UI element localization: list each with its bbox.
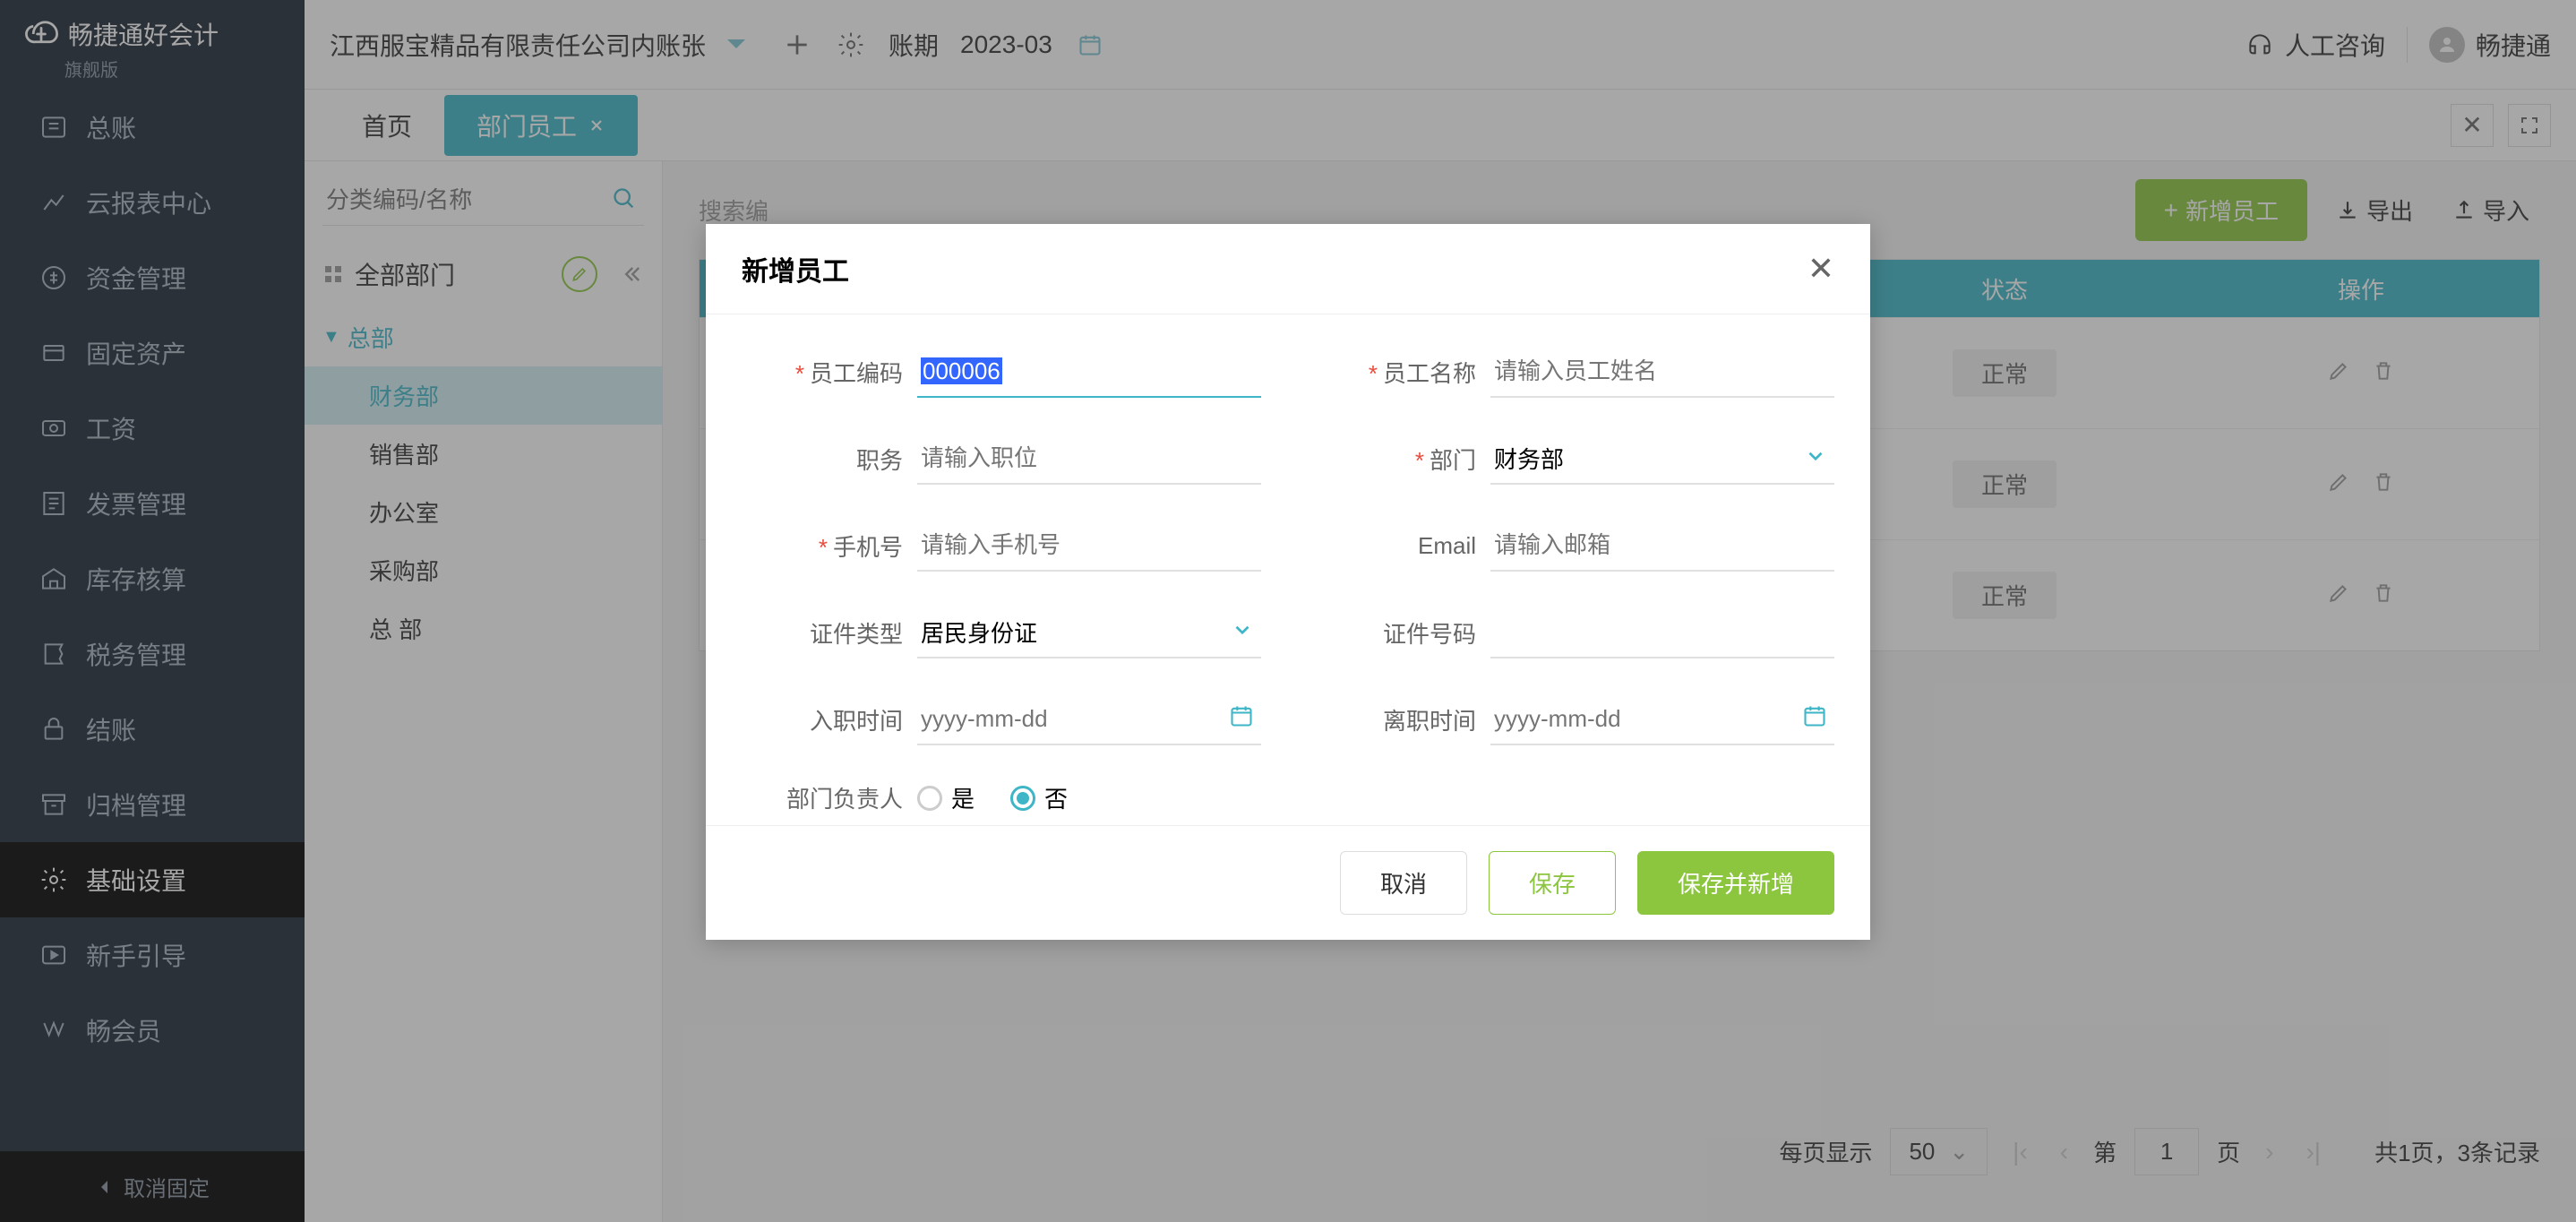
calendar-icon[interactable] xyxy=(1229,703,1254,728)
radio-label: 否 xyxy=(1044,781,1068,814)
field-label: 入职时间 xyxy=(810,708,903,735)
new-employee-modal: 新增员工 ✕ *员工编码 000006 *员工名称 职务 *部门 xyxy=(706,224,1870,940)
employee-code-input[interactable]: 000006 xyxy=(917,347,1261,398)
save-and-new-button[interactable]: 保存并新增 xyxy=(1637,851,1834,915)
field-label: 证件类型 xyxy=(810,621,903,648)
save-button[interactable]: 保存 xyxy=(1489,851,1616,915)
field-label: 证件号码 xyxy=(1383,621,1476,648)
leave-date-input[interactable] xyxy=(1490,694,1834,745)
field-department: *部门 xyxy=(1315,434,1834,485)
manager-no-radio[interactable]: 否 xyxy=(1010,781,1068,814)
cancel-button[interactable]: 取消 xyxy=(1340,851,1467,915)
modal-title: 新增员工 xyxy=(742,249,849,288)
btn-label: 取消 xyxy=(1380,871,1427,898)
hire-date-input[interactable] xyxy=(917,694,1261,745)
field-label: Email xyxy=(1418,532,1476,559)
calendar-icon[interactable] xyxy=(1802,703,1827,728)
email-input[interactable] xyxy=(1490,521,1834,572)
id-number-input[interactable] xyxy=(1490,607,1834,658)
field-mobile: *手机号 xyxy=(742,521,1261,572)
field-id-type: 证件类型 xyxy=(742,607,1261,658)
id-type-select[interactable] xyxy=(917,607,1261,658)
field-label: 部门 xyxy=(1430,447,1476,474)
mobile-input[interactable] xyxy=(917,521,1261,572)
modal-body: *员工编码 000006 *员工名称 职务 *部门 *手机号 xyxy=(706,314,1870,825)
field-label: 员工名称 xyxy=(1383,360,1476,387)
field-email: Email xyxy=(1315,521,1834,572)
field-label: 员工编码 xyxy=(810,360,903,387)
field-employee-code: *员工编码 000006 xyxy=(742,347,1261,398)
radio-label: 是 xyxy=(951,781,975,814)
field-label: 职务 xyxy=(856,447,903,474)
field-label: 部门负责人 xyxy=(786,786,903,813)
field-employee-name: *员工名称 xyxy=(1315,347,1834,398)
modal-footer: 取消 保存 保存并新增 xyxy=(706,825,1870,940)
field-position: 职务 xyxy=(742,434,1261,485)
employee-name-input[interactable] xyxy=(1490,347,1834,398)
position-input[interactable] xyxy=(917,434,1261,485)
btn-label: 保存并新增 xyxy=(1678,871,1794,898)
field-leave-date: 离职时间 xyxy=(1315,694,1834,745)
field-label: 离职时间 xyxy=(1383,708,1476,735)
field-hire-date: 入职时间 xyxy=(742,694,1261,745)
field-label: 手机号 xyxy=(833,534,903,561)
modal-header: 新增员工 ✕ xyxy=(706,224,1870,314)
field-dept-manager: 部门负责人 是 否 xyxy=(742,781,1834,814)
field-id-number: 证件号码 xyxy=(1315,607,1834,658)
input-value: 000006 xyxy=(921,357,1002,384)
department-select[interactable] xyxy=(1490,434,1834,485)
modal-close-button[interactable]: ✕ xyxy=(1807,250,1834,288)
btn-label: 保存 xyxy=(1529,871,1576,898)
manager-yes-radio[interactable]: 是 xyxy=(917,781,975,814)
